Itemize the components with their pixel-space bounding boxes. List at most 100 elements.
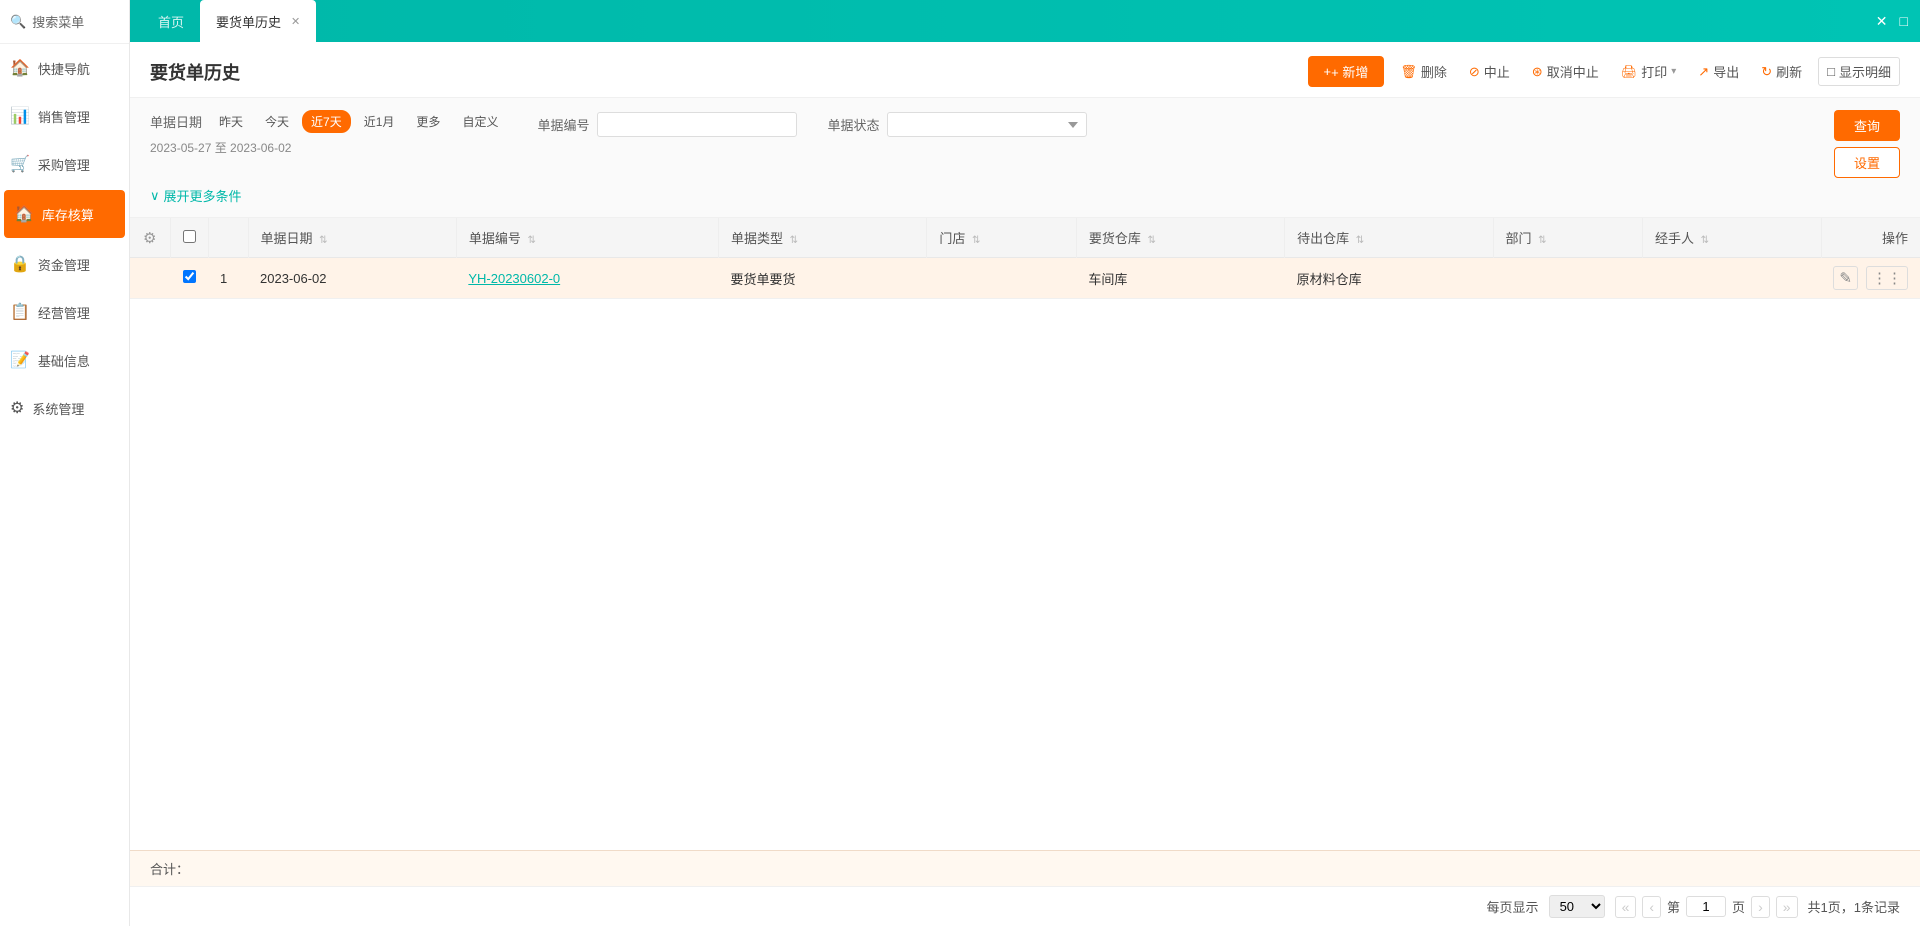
- search-icon: 🔍: [10, 14, 26, 30]
- sidebar-item-inventory[interactable]: 🏠 库存核算: [4, 190, 125, 238]
- td-checkbox[interactable]: [170, 258, 208, 299]
- more-action-icon[interactable]: ⋮⋮: [1866, 266, 1908, 290]
- print-button[interactable]: 🖨 打印 ▾: [1615, 58, 1683, 85]
- doc-no-input[interactable]: [597, 112, 797, 137]
- page-input[interactable]: [1686, 896, 1726, 917]
- select-all-checkbox[interactable]: [183, 230, 196, 243]
- total-label: 合计：: [150, 859, 189, 878]
- td-row-no: 1: [208, 258, 248, 299]
- th-doc-no-label: 单据编号: [469, 231, 521, 246]
- th-actions-label: 操作: [1882, 231, 1908, 246]
- first-page-button[interactable]: «: [1615, 896, 1637, 918]
- display-detail-button[interactable]: □ 显示明细: [1818, 57, 1900, 86]
- th-doc-no[interactable]: 单据编号 ⇅: [456, 218, 718, 258]
- print-icon: 🖨: [1621, 64, 1638, 80]
- pagination-bar: 每页显示 50 10 20 100 « ‹ 第 页 › » 共1页，1条记录: [130, 886, 1920, 926]
- th-handler[interactable]: 经手人 ⇅: [1642, 218, 1821, 258]
- sidebar-search[interactable]: 🔍 搜索菜单: [0, 0, 129, 44]
- sidebar-item-label: 销售管理: [38, 107, 90, 126]
- th-checkbox[interactable]: [170, 218, 208, 258]
- sidebar-item-label: 快捷导航: [38, 59, 90, 78]
- expand-more-button[interactable]: ∨ 展开更多条件: [150, 186, 1900, 205]
- date-btn-yesterday[interactable]: 昨天: [210, 110, 252, 133]
- status-label: 单据状态: [827, 115, 879, 134]
- th-req-warehouse[interactable]: 要货仓库 ⇅: [1076, 218, 1284, 258]
- minimize-window-icon[interactable]: □: [1900, 13, 1908, 29]
- export-icon: ↗: [1698, 64, 1709, 80]
- date-label: 单据日期: [150, 112, 202, 131]
- sort-icon-doc-type: ⇅: [790, 235, 798, 246]
- cart-icon: 🛒: [10, 154, 30, 174]
- th-doc-date[interactable]: 单据日期 ⇅: [248, 218, 456, 258]
- home-icon: 🏠: [10, 58, 30, 78]
- sidebar-item-finance[interactable]: 🔒 资金管理: [0, 240, 129, 288]
- delete-button[interactable]: 🗑 删除: [1394, 58, 1453, 85]
- close-window-icon[interactable]: ✕: [1876, 13, 1888, 30]
- td-settings: [130, 258, 170, 299]
- doc-no-link[interactable]: YH-20230602-0: [468, 271, 560, 286]
- edit-action-icon[interactable]: ✎: [1833, 266, 1858, 290]
- sidebar-item-label: 采购管理: [38, 155, 90, 174]
- sort-icon-req-warehouse: ⇅: [1147, 235, 1155, 246]
- table-row: 1 2023-06-02 YH-20230602-0 要货单要货: [130, 258, 1920, 299]
- prev-page-button[interactable]: ‹: [1642, 896, 1661, 918]
- sort-icon-pending-warehouse: ⇅: [1356, 235, 1364, 246]
- query-button[interactable]: 查询: [1834, 110, 1900, 141]
- date-btn-more[interactable]: 更多: [407, 110, 449, 133]
- sidebar-search-label: 搜索菜单: [32, 12, 84, 31]
- th-store[interactable]: 门店 ⇅: [927, 218, 1076, 258]
- page-header: 要货单历史 + + 新增 🗑 删除 ⊘ 中止 ⊛ 取消中止: [130, 42, 1920, 98]
- new-icon: +: [1324, 64, 1332, 79]
- next-page-button[interactable]: ›: [1751, 896, 1770, 918]
- per-page-select[interactable]: 50 10 20 100: [1549, 895, 1605, 918]
- date-btn-today[interactable]: 今天: [256, 110, 298, 133]
- table-container: ⚙ 单据日期 ⇅ 单据编号 ⇅: [130, 218, 1920, 850]
- lock-icon: 🔒: [10, 254, 30, 274]
- row-number: 1: [220, 271, 227, 286]
- inventory-icon: 🏠: [14, 204, 34, 224]
- sidebar-item-system[interactable]: ⚙ 系统管理: [0, 384, 129, 432]
- sidebar-item-purchase[interactable]: 🛒 采购管理: [0, 140, 129, 188]
- th-pending-warehouse[interactable]: 待出仓库 ⇅: [1285, 218, 1493, 258]
- sidebar-item-label: 资金管理: [38, 255, 90, 274]
- tab-requisition-history[interactable]: 要货单历史 ✕: [200, 0, 316, 42]
- last-page-button[interactable]: »: [1776, 896, 1798, 918]
- refresh-button[interactable]: ↻ 刷新: [1755, 58, 1808, 85]
- footer-bar: 合计：: [130, 850, 1920, 886]
- date-btn-7days[interactable]: 近7天: [302, 110, 351, 133]
- sidebar-item-label: 库存核算: [42, 205, 94, 224]
- td-store: [927, 258, 1076, 299]
- th-settings[interactable]: ⚙: [130, 218, 170, 258]
- new-button[interactable]: + + 新增: [1308, 56, 1385, 87]
- row-checkbox[interactable]: [183, 270, 196, 283]
- sidebar-item-quick-nav[interactable]: 🏠 快捷导航: [0, 44, 129, 92]
- doc-no-label: 单据编号: [537, 115, 589, 134]
- tab-home[interactable]: 首页: [142, 0, 200, 42]
- th-doc-type[interactable]: 单据类型 ⇅: [718, 218, 926, 258]
- sidebar-item-sales[interactable]: 📊 销售管理: [0, 92, 129, 140]
- sort-icon-store: ⇅: [972, 235, 980, 246]
- tab-close-icon[interactable]: ✕: [291, 15, 300, 28]
- th-doc-date-label: 单据日期: [261, 231, 313, 246]
- date-btn-1month[interactable]: 近1月: [355, 110, 404, 133]
- row-actions: ✎ ⋮⋮: [1833, 266, 1908, 290]
- setting-button[interactable]: 设置: [1834, 147, 1900, 178]
- sidebar-item-label: 基础信息: [38, 351, 90, 370]
- sidebar-item-operations[interactable]: 📋 经营管理: [0, 288, 129, 336]
- stop-button[interactable]: ⊘ 中止: [1463, 58, 1516, 85]
- sidebar-item-basic-info[interactable]: 📝 基础信息: [0, 336, 129, 384]
- print-dropdown-icon: ▾: [1671, 66, 1676, 77]
- action-buttons: 查询 设置: [1834, 110, 1900, 178]
- th-department[interactable]: 部门 ⇅: [1493, 218, 1642, 258]
- topbar-right: ✕ □: [1876, 13, 1908, 30]
- table-header-row: ⚙ 单据日期 ⇅ 单据编号 ⇅: [130, 218, 1920, 258]
- status-select[interactable]: [887, 112, 1087, 137]
- page-label: 第: [1667, 897, 1680, 916]
- status-filter-group: 单据状态: [827, 112, 1087, 137]
- page-suffix: 页: [1732, 897, 1745, 916]
- td-pending-warehouse: 原材料仓库: [1285, 258, 1493, 299]
- settings-icon[interactable]: ⚙: [143, 230, 156, 247]
- export-button[interactable]: ↗ 导出: [1692, 58, 1745, 85]
- cancel-stop-button[interactable]: ⊛ 取消中止: [1526, 58, 1605, 85]
- date-btn-custom[interactable]: 自定义: [453, 110, 507, 133]
